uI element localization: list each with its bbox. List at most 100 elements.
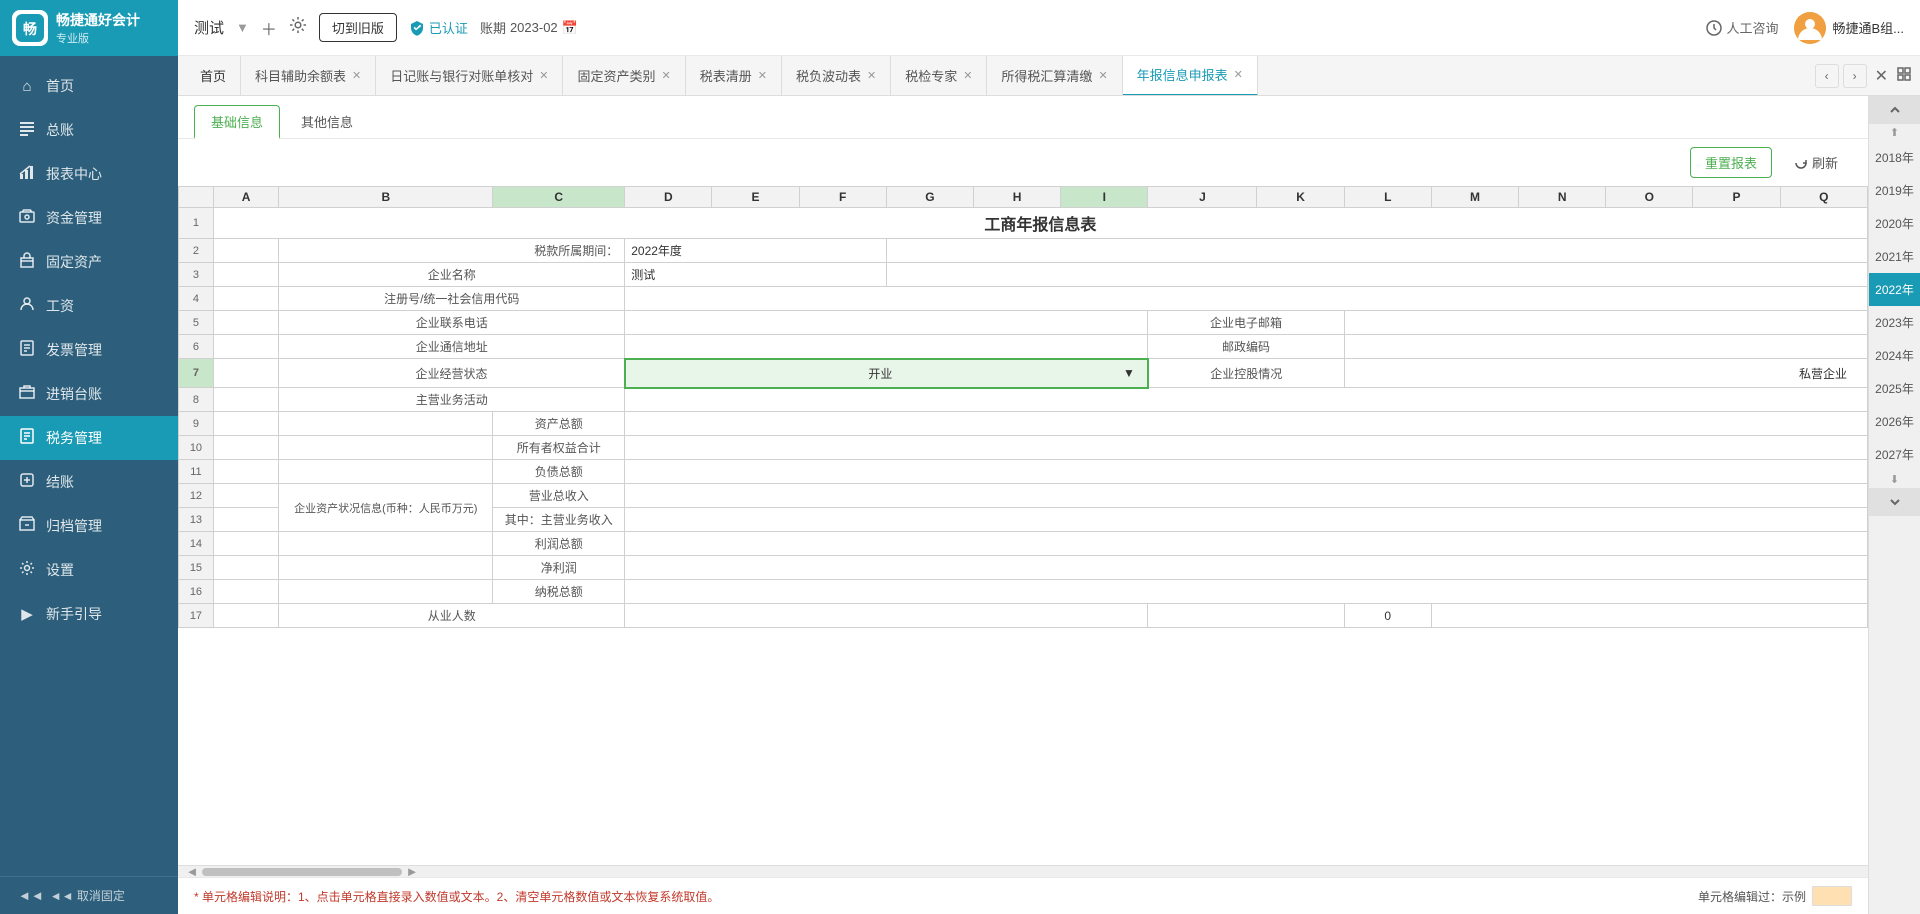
tab-scroll-left-button[interactable]: ‹	[1815, 64, 1839, 88]
cell-A9[interactable]	[213, 412, 278, 436]
cell-A12[interactable]	[213, 484, 278, 508]
cell-A17[interactable]	[213, 604, 278, 628]
cell-B5[interactable]: 企业联系电话	[279, 311, 625, 335]
year-2022[interactable]: 2022年	[1869, 273, 1920, 306]
year-scroll-down-button[interactable]	[1869, 488, 1920, 516]
col-header-D[interactable]: D	[625, 187, 712, 208]
cell-J7[interactable]: 企业控股情况	[1148, 359, 1344, 388]
cell-J17[interactable]	[1148, 604, 1344, 628]
cell-B14[interactable]	[279, 532, 493, 556]
col-header-C[interactable]: C	[493, 187, 625, 208]
cell-B16[interactable]	[279, 580, 493, 604]
cell-A5[interactable]	[213, 311, 278, 335]
sidebar-item-funds[interactable]: 资金管理	[0, 196, 178, 240]
sidebar-pin-toggle[interactable]: ◄◄ ◄◄ 取消固定	[0, 876, 178, 914]
calendar-icon[interactable]: 📅	[562, 20, 578, 36]
year-2025[interactable]: 2025年	[1869, 372, 1920, 405]
sidebar-item-ledger[interactable]: 总账	[0, 108, 178, 152]
tabs-expand-button[interactable]	[1896, 66, 1912, 85]
cell-B12[interactable]: 企业资产状况信息(币种：人民币万元)	[279, 484, 493, 532]
cell-D4[interactable]	[625, 287, 1868, 311]
cell-A8[interactable]	[213, 388, 278, 412]
tab-home[interactable]: 首页	[186, 56, 241, 96]
year-2027[interactable]: 2027年	[1869, 438, 1920, 471]
sidebar-item-invoices[interactable]: 发票管理	[0, 328, 178, 372]
col-header-A[interactable]: A	[213, 187, 278, 208]
cell-C15[interactable]: 净利润	[493, 556, 625, 580]
close-all-tabs-button[interactable]: ✕	[1875, 66, 1888, 86]
cell-A3[interactable]	[213, 263, 278, 287]
col-header-B[interactable]: B	[279, 187, 493, 208]
consult-button[interactable]: 人工咨询	[1706, 18, 1778, 37]
col-header-K[interactable]: K	[1257, 187, 1344, 208]
cell-B7[interactable]: 企业经营状态	[279, 359, 625, 388]
col-header-O[interactable]: O	[1606, 187, 1693, 208]
sidebar-item-reports[interactable]: 报表中心	[0, 152, 178, 196]
cell-C10[interactable]: 所有者权益合计	[493, 436, 625, 460]
cell-J6[interactable]: 邮政编码	[1148, 335, 1344, 359]
cell-D14[interactable]	[625, 532, 1868, 556]
cell-D15[interactable]	[625, 556, 1868, 580]
year-2020[interactable]: 2020年	[1869, 207, 1920, 240]
scroll-thumb-h[interactable]	[202, 868, 402, 876]
year-2024[interactable]: 2024年	[1869, 339, 1920, 372]
cell-B2[interactable]: 税款所属期间：	[279, 239, 625, 263]
tab-taxwave-close[interactable]: ✕	[867, 69, 876, 82]
col-header-I[interactable]: I	[1061, 187, 1148, 208]
tab-income[interactable]: 所得税汇算清缴 ✕	[987, 56, 1122, 96]
cell-L6[interactable]	[1344, 335, 1867, 359]
tab-taxexpert[interactable]: 税检专家 ✕	[891, 56, 987, 96]
sidebar-item-archive[interactable]: 归档管理	[0, 504, 178, 548]
tab-scroll-right-button[interactable]: ›	[1843, 64, 1867, 88]
cell-B15[interactable]	[279, 556, 493, 580]
topbar-settings-icon[interactable]	[289, 16, 307, 39]
sidebar-item-inventory[interactable]: 进销台账	[0, 372, 178, 416]
cell-A14[interactable]	[213, 532, 278, 556]
sidebar-item-guide[interactable]: ▶ 新手引导	[0, 592, 178, 636]
col-header-L[interactable]: L	[1344, 187, 1431, 208]
col-header-J[interactable]: J	[1148, 187, 1257, 208]
col-header-F[interactable]: F	[799, 187, 886, 208]
cell-D16[interactable]	[625, 580, 1868, 604]
switch-old-version-button[interactable]: 切到旧版	[319, 13, 397, 42]
cell-C11[interactable]: 负债总额	[493, 460, 625, 484]
cell-A10[interactable]	[213, 436, 278, 460]
cell-B8[interactable]: 主营业务活动	[279, 388, 625, 412]
cell-D2[interactable]: 2022年度	[625, 239, 887, 263]
cell-D13[interactable]	[625, 508, 1868, 532]
cell-C16[interactable]: 纳税总额	[493, 580, 625, 604]
tab-annual[interactable]: 年报信息申报表 ✕	[1123, 56, 1258, 96]
cell-K17[interactable]: 0	[1344, 604, 1431, 628]
cell-D12[interactable]	[625, 484, 1868, 508]
cell-B6[interactable]: 企业通信地址	[279, 335, 625, 359]
tab-annual-close[interactable]: ✕	[1234, 68, 1243, 81]
reset-report-button[interactable]: 重置报表	[1690, 147, 1772, 178]
tab-taxexpert-close[interactable]: ✕	[963, 69, 972, 82]
col-header-E[interactable]: E	[712, 187, 799, 208]
company-dropdown-icon[interactable]: ▼	[236, 20, 249, 35]
cell-A7[interactable]	[213, 359, 278, 388]
tab-aux-close[interactable]: ✕	[352, 69, 361, 82]
cell-A2[interactable]	[213, 239, 278, 263]
cell-D8[interactable]	[625, 388, 1868, 412]
sidebar-item-close[interactable]: 结账	[0, 460, 178, 504]
tab-journal[interactable]: 日记账与银行对账单核对 ✕	[376, 56, 563, 96]
tab-taxform[interactable]: 税表清册 ✕	[686, 56, 782, 96]
cell-A15[interactable]	[213, 556, 278, 580]
cell-L7[interactable]: 私营企业	[1344, 359, 1867, 388]
cell-B4[interactable]: 注册号/统一社会信用代码	[279, 287, 625, 311]
tab-assets[interactable]: 固定资产类别 ✕	[563, 56, 685, 96]
sidebar-item-tax[interactable]: 税务管理	[0, 416, 178, 460]
cell-C9[interactable]: 资产总额	[493, 412, 625, 436]
tab-assets-close[interactable]: ✕	[662, 69, 671, 82]
cell-A1[interactable]: 工商年报信息表	[213, 208, 1867, 239]
cell-D7[interactable]: 开业 ▼	[625, 359, 1148, 388]
cell-A13[interactable]	[213, 508, 278, 532]
cell-C12[interactable]: 营业总收入	[493, 484, 625, 508]
sidebar-item-settings[interactable]: 设置	[0, 548, 178, 592]
cell-C14[interactable]: 利润总额	[493, 532, 625, 556]
subtab-basic[interactable]: 基础信息	[194, 105, 280, 139]
cell-A6[interactable]	[213, 335, 278, 359]
col-header-N[interactable]: N	[1519, 187, 1606, 208]
col-header-Q[interactable]: Q	[1780, 187, 1867, 208]
